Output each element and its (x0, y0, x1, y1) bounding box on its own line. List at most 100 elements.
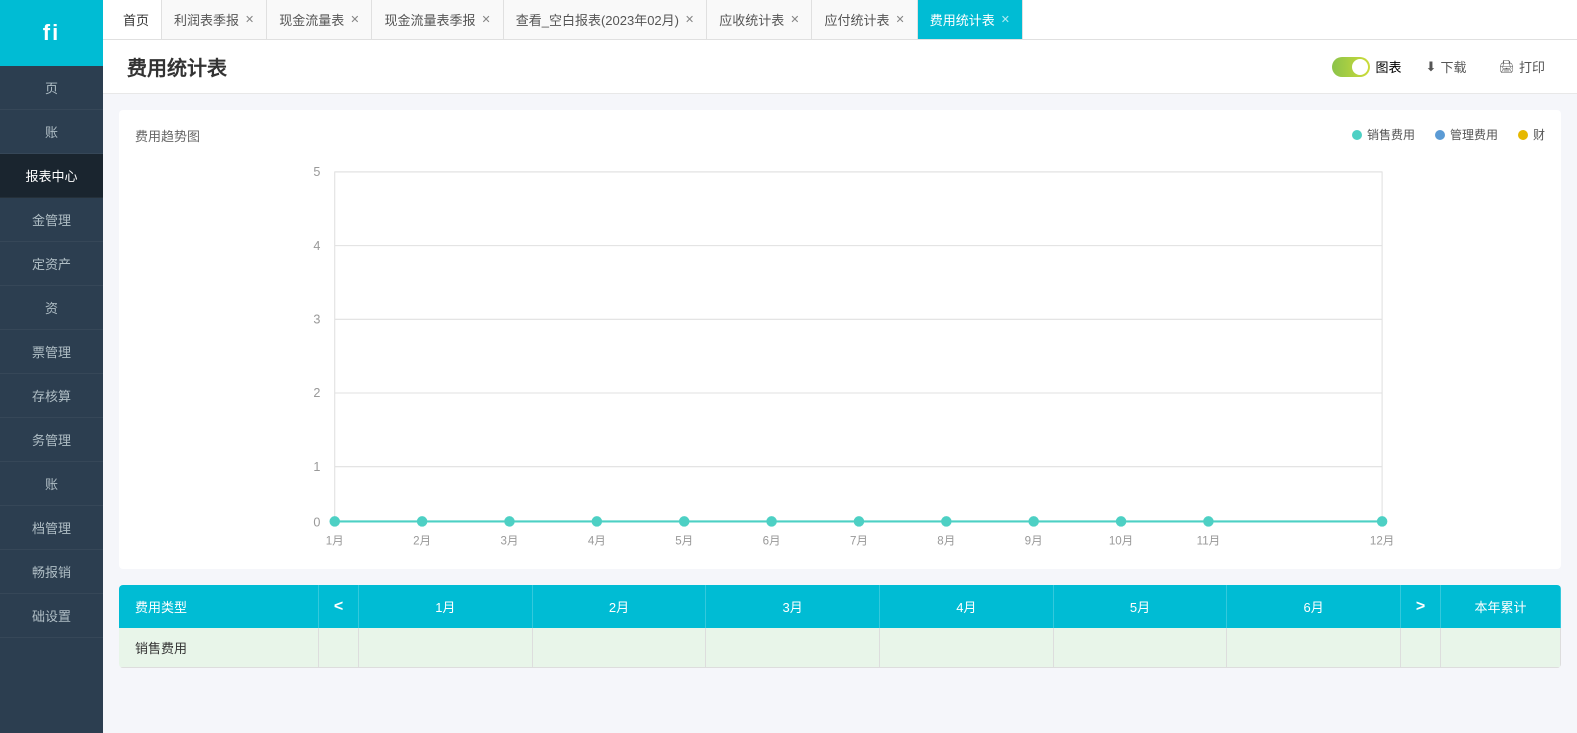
tab-cashflow-quarter[interactable]: 现金流量表季报 ✕ (372, 0, 503, 40)
tab-profit[interactable]: 利润表季报 ✕ (162, 0, 267, 40)
table-row: 销售费用 (119, 628, 1561, 668)
table-header: 费用类型 < 1月 2月 3月 4月 5月 6月 > 本年累计 (119, 585, 1561, 628)
col-next-arrow[interactable]: > (1401, 585, 1441, 628)
row-m1 (359, 628, 533, 667)
row-m4 (880, 628, 1054, 667)
sidebar-item-ledger[interactable]: 账 (0, 462, 103, 506)
svg-text:0: 0 (313, 516, 320, 530)
svg-text:1月: 1月 (326, 536, 344, 548)
sidebar-item-account[interactable]: 账 (0, 110, 103, 154)
col-m5: 5月 (1054, 585, 1228, 628)
legend-finance: 财 (1518, 126, 1545, 143)
legend-sales-dot (1352, 130, 1362, 140)
row-ytd (1441, 628, 1561, 667)
sidebar-item-sales[interactable]: 畅报销 (0, 550, 103, 594)
svg-text:11月: 11月 (1197, 536, 1221, 548)
chart-svg: 5 4 3 2 1 0 (135, 153, 1545, 553)
svg-text:2: 2 (313, 386, 320, 400)
legend-finance-label: 财 (1533, 126, 1545, 143)
legend-admin: 管理费用 (1435, 126, 1498, 143)
legend-finance-dot (1518, 130, 1528, 140)
svg-text:7月: 7月 (850, 536, 868, 548)
svg-text:4: 4 (313, 239, 320, 253)
main-area: 首页 利润表季报 ✕ 现金流量表 ✕ 现金流量表季报 ✕ 查看_空白报表(202… (103, 0, 1577, 733)
svg-text:9月: 9月 (1025, 536, 1043, 548)
legend-admin-label: 管理费用 (1450, 126, 1498, 143)
close-profit-icon[interactable]: ✕ (245, 13, 254, 26)
sidebar-item-inventory[interactable]: 存核算 (0, 374, 103, 418)
svg-text:5: 5 (313, 165, 320, 179)
sidebar-item-reports[interactable]: 报表中心 (0, 154, 103, 198)
next-month-button[interactable]: > (1412, 598, 1429, 616)
row-m5 (1054, 628, 1228, 667)
row-arrow-spacer-right (1401, 628, 1441, 667)
close-payable-icon[interactable]: ✕ (895, 13, 904, 26)
sidebar-item-settings[interactable]: 础设置 (0, 594, 103, 638)
page-header: 费用统计表 图表 ⬇ 下载 🖨 打印 (103, 40, 1577, 94)
chart-toggle[interactable] (1332, 57, 1370, 77)
col-m4: 4月 (880, 585, 1054, 628)
sidebar-item-service[interactable]: 务管理 (0, 418, 103, 462)
tab-home[interactable]: 首页 (111, 0, 162, 40)
chart-svg-container: 5 4 3 2 1 0 (135, 153, 1545, 553)
col-m1: 1月 (359, 585, 533, 628)
legend-sales: 销售费用 (1352, 126, 1415, 143)
sidebar-item-capital[interactable]: 资 (0, 286, 103, 330)
tab-cashflow[interactable]: 现金流量表 ✕ (267, 0, 372, 40)
tab-expense[interactable]: 费用统计表 ✕ (918, 0, 1023, 40)
svg-text:3: 3 (313, 313, 320, 327)
sidebar-item-assets[interactable]: 定资产 (0, 242, 103, 286)
close-cashflow-quarter-icon[interactable]: ✕ (482, 13, 491, 26)
legend-sales-label: 销售费用 (1367, 126, 1415, 143)
col-m3: 3月 (706, 585, 880, 628)
close-expense-icon[interactable]: ✕ (1001, 13, 1010, 26)
expense-table: 费用类型 < 1月 2月 3月 4月 5月 6月 > 本年累计 销售费用 (119, 585, 1561, 668)
download-label: 下载 (1440, 57, 1466, 76)
download-icon: ⬇ (1426, 59, 1437, 75)
col-m6: 6月 (1227, 585, 1401, 628)
tab-bar: 首页 利润表季报 ✕ 现金流量表 ✕ 现金流量表季报 ✕ 查看_空白报表(202… (103, 0, 1577, 40)
chart-legend: 销售费用 管理费用 财 (1352, 126, 1545, 143)
close-blank-report-icon[interactable]: ✕ (685, 13, 694, 26)
chart-toggle-group: 图表 (1332, 57, 1402, 77)
svg-text:5月: 5月 (675, 536, 693, 548)
svg-text:1: 1 (313, 460, 320, 474)
close-receivable-icon[interactable]: ✕ (790, 13, 799, 26)
chart-card: 费用趋势图 销售费用 管理费用 财 5 (119, 110, 1561, 569)
tab-payable[interactable]: 应付统计表 ✕ (812, 0, 917, 40)
header-actions: 图表 ⬇ 下载 🖨 打印 (1332, 53, 1553, 80)
tab-blank-report[interactable]: 查看_空白报表(2023年02月) ✕ (504, 0, 708, 40)
sidebar: fi 页 账 报表中心 金管理 定资产 资 票管理 存核算 务管理 账 档管理 … (0, 0, 103, 733)
svg-text:8月: 8月 (937, 536, 955, 548)
prev-month-button[interactable]: < (330, 598, 347, 616)
row-arrow-spacer (319, 628, 359, 667)
close-cashflow-icon[interactable]: ✕ (350, 13, 359, 26)
col-m2: 2月 (533, 585, 707, 628)
print-label: 打印 (1519, 57, 1545, 76)
page-title: 费用统计表 (127, 52, 227, 81)
print-icon: 🖨 (1498, 59, 1515, 75)
sidebar-item-fund[interactable]: 金管理 (0, 198, 103, 242)
sidebar-item-invoice[interactable]: 票管理 (0, 330, 103, 374)
download-button[interactable]: ⬇ 下载 (1418, 53, 1475, 80)
print-button[interactable]: 🖨 打印 (1490, 53, 1553, 80)
svg-text:6月: 6月 (763, 536, 781, 548)
row-m6 (1227, 628, 1401, 667)
col-prev-arrow[interactable]: < (319, 585, 359, 628)
svg-text:2月: 2月 (413, 536, 431, 548)
sidebar-item-archive[interactable]: 档管理 (0, 506, 103, 550)
row-m3 (706, 628, 880, 667)
row-type: 销售费用 (119, 628, 319, 667)
svg-text:12月: 12月 (1370, 536, 1394, 548)
content-area: 费用趋势图 销售费用 管理费用 财 5 (103, 94, 1577, 733)
tab-receivable[interactable]: 应收统计表 ✕ (707, 0, 812, 40)
svg-text:3月: 3月 (500, 536, 518, 548)
chart-title: 费用趋势图 (135, 126, 1545, 145)
legend-admin-dot (1435, 130, 1445, 140)
svg-text:4月: 4月 (588, 536, 606, 548)
sidebar-item-home[interactable]: 页 (0, 66, 103, 110)
chart-toggle-label: 图表 (1376, 57, 1402, 76)
col-type: 费用类型 (119, 585, 319, 628)
col-ytd: 本年累计 (1441, 585, 1561, 628)
row-m2 (533, 628, 707, 667)
